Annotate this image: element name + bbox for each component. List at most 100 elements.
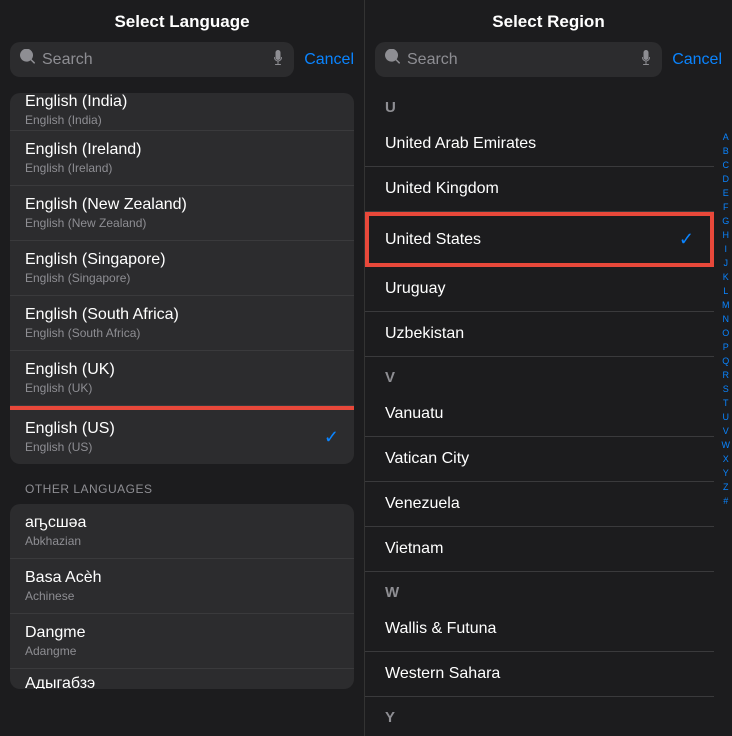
- index-letter[interactable]: W: [722, 438, 731, 452]
- index-letter[interactable]: L: [722, 284, 731, 298]
- region-item-title: Vatican City: [385, 450, 469, 468]
- other-language-subtitle: Achinese: [25, 589, 102, 603]
- index-letter[interactable]: Y: [722, 466, 731, 480]
- other-language-item[interactable]: аҧсшәа Abkhazian: [10, 504, 354, 559]
- index-letter[interactable]: A: [722, 130, 731, 144]
- region-item[interactable]: Vatican City: [365, 437, 714, 482]
- index-letter[interactable]: #: [722, 494, 731, 508]
- language-item-title: English (Ireland): [25, 141, 142, 159]
- region-item[interactable]: Western Sahara: [365, 652, 714, 697]
- index-letter[interactable]: S: [722, 382, 731, 396]
- region-item[interactable]: Venezuela: [365, 482, 714, 527]
- language-item[interactable]: English (UK)English (UK): [10, 351, 354, 406]
- region-item-title: Wallis & Futuna: [385, 620, 496, 638]
- search-input[interactable]: [407, 51, 634, 69]
- language-item-subtitle: English (New Zealand): [25, 216, 187, 230]
- mic-icon[interactable]: [640, 50, 652, 70]
- region-header: Select Region Cancel: [365, 0, 732, 87]
- region-item[interactable]: Vanuatu: [365, 392, 714, 437]
- index-letter[interactable]: H: [722, 228, 731, 242]
- region-list: UUnited Arab EmiratesUnited KingdomUnite…: [365, 87, 732, 732]
- other-language-item[interactable]: Адыгабзэ: [10, 669, 354, 689]
- region-item[interactable]: United Kingdom: [365, 167, 714, 212]
- region-item[interactable]: Uzbekistan: [365, 312, 714, 357]
- language-item[interactable]: English (US)English (US) ✓: [10, 406, 354, 464]
- region-item[interactable]: Vietnam: [365, 527, 714, 572]
- search-box[interactable]: [375, 42, 662, 77]
- item-text: English (South Africa) English (South Afr…: [25, 306, 179, 340]
- index-letter[interactable]: Q: [722, 354, 731, 368]
- item-text: English (UK)English (UK): [25, 361, 115, 395]
- other-language-item[interactable]: Dangme Adangme: [10, 614, 354, 669]
- index-letter[interactable]: F: [722, 200, 731, 214]
- index-letter[interactable]: V: [722, 424, 731, 438]
- language-header: Select Language Cancel: [0, 0, 364, 87]
- cancel-button[interactable]: Cancel: [672, 51, 722, 69]
- region-item-title: Western Sahara: [385, 665, 500, 683]
- checkmark-icon: ✓: [679, 229, 694, 250]
- section-letter: W: [365, 572, 714, 607]
- index-letter[interactable]: R: [722, 368, 731, 382]
- language-item-title: English (US): [25, 420, 115, 438]
- language-item-subtitle: English (India): [25, 113, 127, 127]
- language-list: English (India)English (India)English (I…: [10, 93, 354, 464]
- language-item[interactable]: English (India) English (India): [10, 93, 354, 131]
- search-icon: [385, 49, 401, 70]
- search-row: Cancel: [365, 42, 732, 77]
- language-item[interactable]: English (Ireland)English (Ireland): [10, 131, 354, 186]
- search-row: Cancel: [0, 42, 364, 77]
- section-letter: Y: [365, 697, 714, 732]
- index-letter[interactable]: B: [722, 144, 731, 158]
- other-language-item[interactable]: Basa AcèhAchinese: [10, 559, 354, 614]
- index-letter[interactable]: C: [722, 158, 731, 172]
- index-letter[interactable]: E: [722, 186, 731, 200]
- index-letter[interactable]: X: [722, 452, 731, 466]
- region-item-title: Vietnam: [385, 540, 443, 558]
- language-panel: Select Language Cancel English (India)En…: [0, 0, 365, 736]
- other-language-title: Dangme: [25, 624, 85, 642]
- checkmark-icon: ✓: [324, 427, 339, 448]
- region-item-title: Venezuela: [385, 495, 460, 513]
- language-item-subtitle: English (Singapore): [25, 271, 166, 285]
- language-item-title: English (UK): [25, 361, 115, 379]
- region-item-title: United Arab Emirates: [385, 135, 536, 153]
- index-letter[interactable]: K: [722, 270, 731, 284]
- index-letter[interactable]: Z: [722, 480, 731, 494]
- index-letter[interactable]: D: [722, 172, 731, 186]
- language-item[interactable]: English (South Africa) English (South Afr…: [10, 296, 354, 351]
- other-language-subtitle: Abkhazian: [25, 534, 86, 548]
- item-text: English (Singapore)English (Singapore): [25, 251, 166, 285]
- index-bar[interactable]: ABCDEFGHIJKLMNOPQRSTUVWXYZ#: [722, 130, 731, 508]
- item-text: English (New Zealand)English (New Zealan…: [25, 196, 187, 230]
- language-title: Select Language: [0, 0, 364, 42]
- item-text: Basa AcèhAchinese: [25, 569, 102, 603]
- cancel-button[interactable]: Cancel: [304, 51, 354, 69]
- index-letter[interactable]: U: [722, 410, 731, 424]
- mic-icon[interactable]: [272, 50, 284, 70]
- index-letter[interactable]: O: [722, 326, 731, 340]
- language-item-subtitle: English (South Africa): [25, 326, 179, 340]
- other-language-subtitle: Adangme: [25, 644, 85, 658]
- region-item-title: United States: [385, 231, 481, 249]
- other-languages-list: аҧсшәа Abkhazian Basa AcèhAchinese Dangme Ad…: [10, 504, 354, 689]
- search-input[interactable]: [42, 51, 266, 69]
- item-text: English (US)English (US): [25, 420, 115, 454]
- index-letter[interactable]: N: [722, 312, 731, 326]
- index-letter[interactable]: M: [722, 298, 731, 312]
- index-letter[interactable]: I: [722, 242, 731, 256]
- search-box[interactable]: [10, 42, 294, 77]
- index-letter[interactable]: T: [722, 396, 731, 410]
- language-item[interactable]: English (New Zealand)English (New Zealan…: [10, 186, 354, 241]
- language-item[interactable]: English (Singapore)English (Singapore): [10, 241, 354, 296]
- index-letter[interactable]: P: [722, 340, 731, 354]
- index-letter[interactable]: J: [722, 256, 731, 270]
- region-item[interactable]: United Arab Emirates: [365, 122, 714, 167]
- region-item[interactable]: Uruguay: [365, 267, 714, 312]
- language-item-title: English (South Africa): [25, 306, 179, 324]
- language-item-title: English (India): [25, 93, 127, 111]
- region-item-title: Uzbekistan: [385, 325, 464, 343]
- index-letter[interactable]: G: [722, 214, 731, 228]
- region-item[interactable]: Wallis & Futuna: [365, 607, 714, 652]
- region-item[interactable]: United States ✓: [365, 212, 714, 267]
- other-language-title: аҧсшәа: [25, 514, 86, 532]
